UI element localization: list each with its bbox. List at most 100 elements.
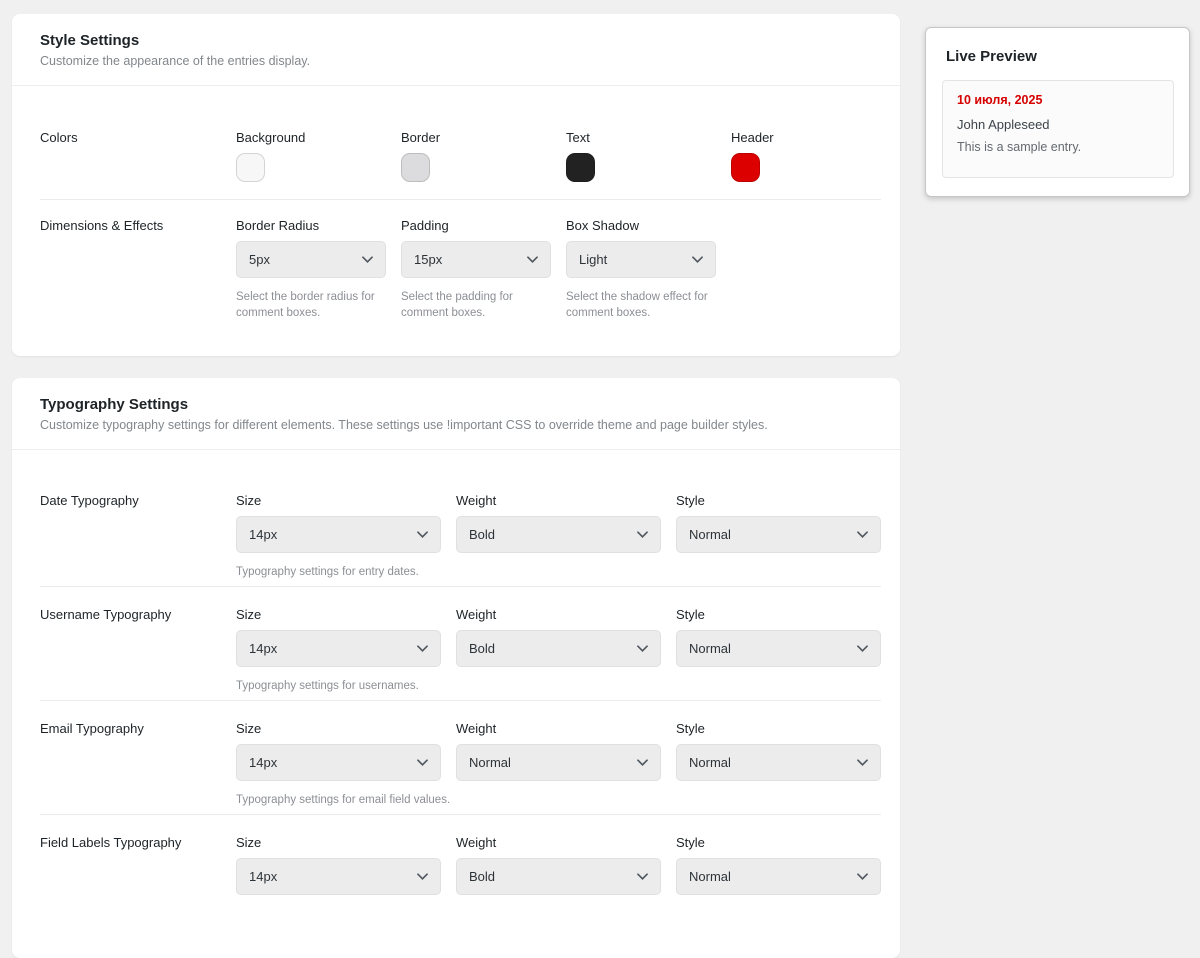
box-shadow-label: Box Shadow (566, 218, 639, 233)
preview-entry-username: John Appleseed (957, 117, 1050, 132)
typography-settings-card: Typography Settings Customize typography… (12, 378, 900, 958)
chevron-down-icon (417, 873, 428, 880)
chevron-down-icon (637, 873, 648, 880)
email-size-value: 14px (249, 755, 278, 770)
username-typography-help: Typography settings for usernames. (236, 680, 419, 692)
border-radius-help: Select the border radius for comment box… (236, 291, 375, 319)
divider (40, 586, 881, 587)
date-style-select[interactable]: Normal (676, 516, 881, 553)
email-size-select[interactable]: 14px (236, 744, 441, 781)
style-settings-title: Style Settings (40, 32, 140, 49)
email-typography-help: Typography settings for email field valu… (236, 794, 451, 806)
text-color-group: Text (566, 130, 595, 182)
email-style-select[interactable]: Normal (676, 744, 881, 781)
chevron-down-icon (692, 256, 703, 263)
size-label: Size (236, 721, 262, 736)
divider (40, 814, 881, 815)
border-radius-value: 5px (249, 252, 270, 267)
field-labels-typography-label: Field Labels Typography (40, 835, 182, 850)
text-color-swatch[interactable] (566, 153, 595, 182)
email-weight-value: Normal (469, 755, 511, 770)
chevron-down-icon (857, 531, 868, 538)
email-typography-label: Email Typography (40, 721, 144, 736)
typography-settings-subtitle: Customize typography settings for differ… (40, 418, 768, 432)
box-shadow-group: Box Shadow Light Select the shadow effec… (566, 218, 724, 321)
divider (12, 449, 900, 450)
padding-group: Padding 15px Select the padding for comm… (401, 218, 559, 321)
size-label: Size (236, 493, 262, 508)
border-radius-group: Border Radius 5px Select the border radi… (236, 218, 394, 321)
live-preview-title: Live Preview (946, 48, 1037, 65)
background-color-swatch[interactable] (236, 153, 265, 182)
padding-help: Select the padding for comment boxes. (401, 291, 513, 319)
username-typography-label: Username Typography (40, 607, 172, 622)
typography-settings-title: Typography Settings (40, 396, 189, 413)
preview-entry-box: 10 июля, 2025 John Appleseed This is a s… (942, 80, 1174, 178)
border-radius-label: Border Radius (236, 218, 320, 233)
chevron-down-icon (527, 256, 538, 263)
border-label: Border (401, 130, 441, 145)
divider (40, 199, 881, 200)
username-style-select[interactable]: Normal (676, 630, 881, 667)
chevron-down-icon (637, 759, 648, 766)
box-shadow-help: Select the shadow effect for comment box… (566, 291, 708, 319)
padding-label: Padding (401, 218, 449, 233)
username-weight-select[interactable]: Bold (456, 630, 661, 667)
date-typography-label: Date Typography (40, 493, 139, 508)
field-labels-size-select[interactable]: 14px (236, 858, 441, 895)
chevron-down-icon (857, 645, 868, 652)
size-label: Size (236, 835, 262, 850)
email-weight-select[interactable]: Normal (456, 744, 661, 781)
date-weight-select[interactable]: Bold (456, 516, 661, 553)
chevron-down-icon (417, 531, 428, 538)
live-preview-card: Live Preview 10 июля, 2025 John Applesee… (925, 27, 1190, 197)
field-labels-style-select[interactable]: Normal (676, 858, 881, 895)
style-label: Style (676, 607, 705, 622)
header-color-group: Header (731, 130, 774, 182)
border-color-group: Border (401, 130, 440, 182)
date-style-value: Normal (689, 527, 731, 542)
field-labels-style-value: Normal (689, 869, 731, 884)
header-color-swatch[interactable] (731, 153, 760, 182)
username-style-value: Normal (689, 641, 731, 656)
divider (12, 85, 900, 86)
border-color-swatch[interactable] (401, 153, 430, 182)
box-shadow-select[interactable]: Light (566, 241, 716, 278)
background-label: Background (236, 130, 306, 145)
box-shadow-value: Light (579, 252, 608, 267)
weight-label: Weight (456, 721, 497, 736)
size-label: Size (236, 607, 262, 622)
date-size-select[interactable]: 14px (236, 516, 441, 553)
style-label: Style (676, 493, 705, 508)
field-labels-weight-select[interactable]: Bold (456, 858, 661, 895)
weight-label: Weight (456, 835, 497, 850)
chevron-down-icon (857, 759, 868, 766)
header-label: Header (731, 130, 774, 145)
text-label: Text (566, 130, 590, 145)
border-radius-select[interactable]: 5px (236, 241, 386, 278)
username-size-value: 14px (249, 641, 278, 656)
username-size-select[interactable]: 14px (236, 630, 441, 667)
field-labels-size-value: 14px (249, 869, 278, 884)
email-style-value: Normal (689, 755, 731, 770)
chevron-down-icon (637, 531, 648, 538)
username-weight-value: Bold (469, 641, 496, 656)
date-weight-value: Bold (469, 527, 496, 542)
chevron-down-icon (362, 256, 373, 263)
style-label: Style (676, 835, 705, 850)
chevron-down-icon (637, 645, 648, 652)
padding-select[interactable]: 15px (401, 241, 551, 278)
chevron-down-icon (417, 645, 428, 652)
style-settings-subtitle: Customize the appearance of the entries … (40, 54, 311, 68)
preview-entry-text: This is a sample entry. (957, 140, 1082, 154)
colors-row-label: Colors (40, 130, 78, 145)
weight-label: Weight (456, 493, 497, 508)
dimensions-row-label: Dimensions & Effects (40, 218, 164, 233)
style-label: Style (676, 721, 705, 736)
date-size-value: 14px (249, 527, 278, 542)
style-settings-card: Style Settings Customize the appearance … (12, 14, 900, 356)
weight-label: Weight (456, 607, 497, 622)
field-labels-weight-value: Bold (469, 869, 496, 884)
chevron-down-icon (417, 759, 428, 766)
divider (40, 700, 881, 701)
